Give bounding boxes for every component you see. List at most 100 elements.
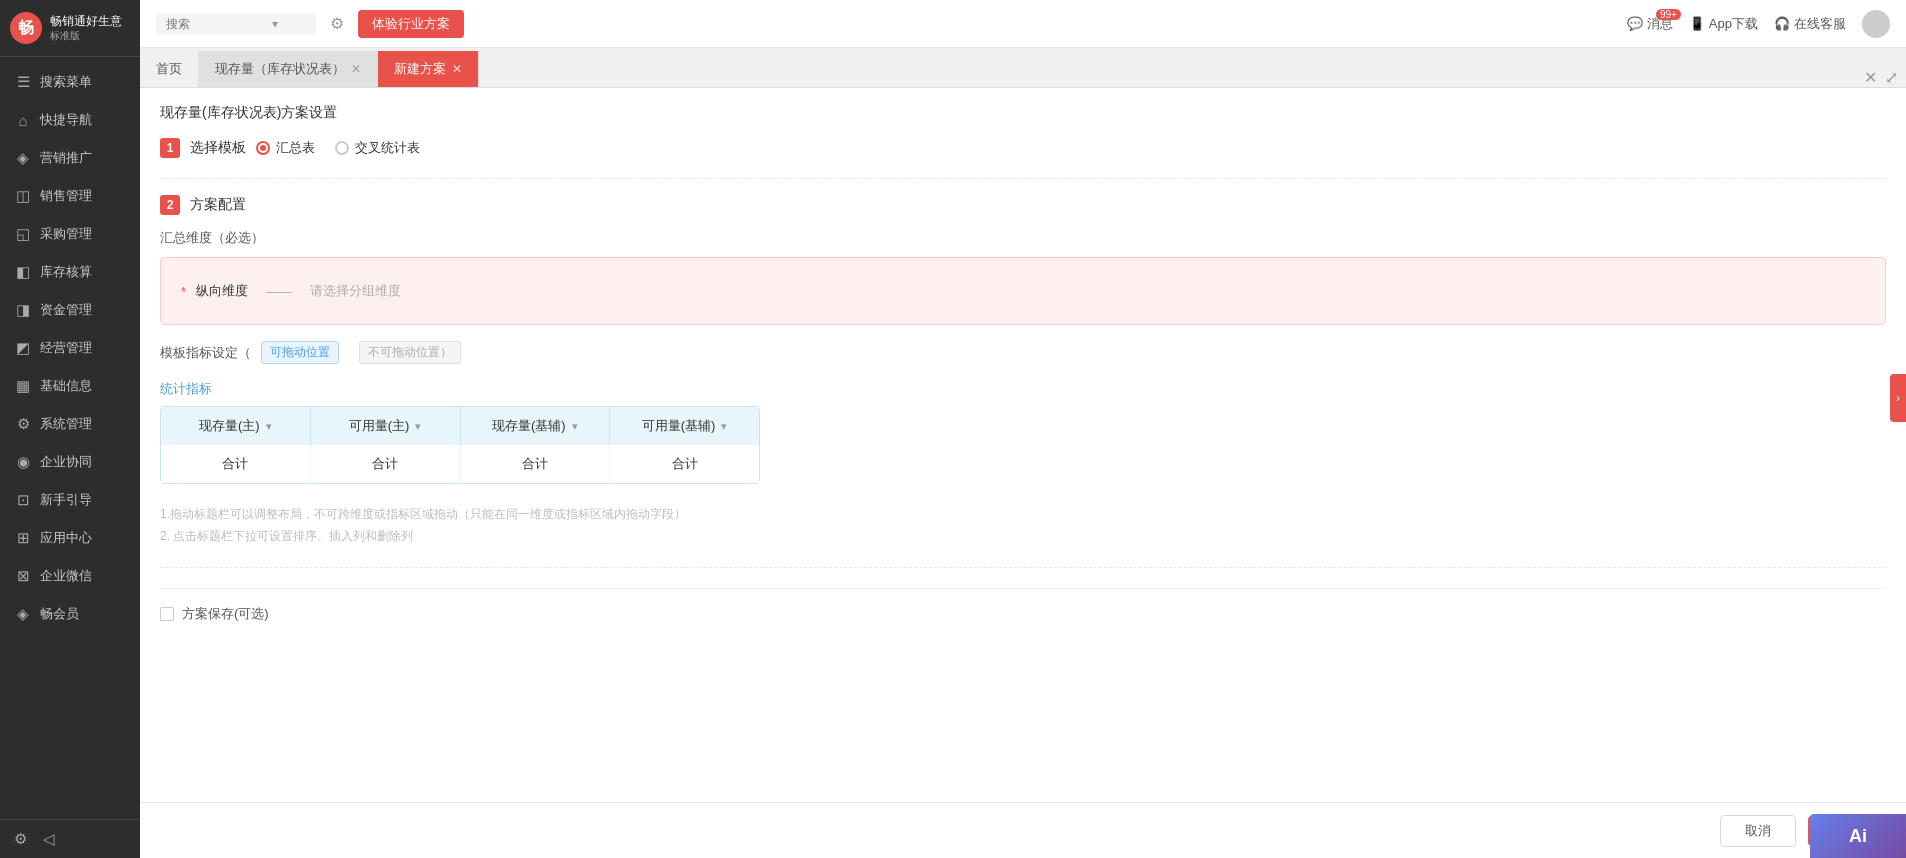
tip-item-2: 2. 点击标题栏下拉可设置排序、插入列和删除列 bbox=[160, 526, 1886, 548]
stats-cell-1: 合计 bbox=[311, 445, 461, 483]
app-edition: 标准版 bbox=[50, 29, 122, 43]
save-option[interactable]: 方案保存(可选) bbox=[160, 605, 1886, 623]
stats-table-body: 合计 合计 合计 合计 bbox=[161, 445, 759, 483]
sidebar-item-app-center[interactable]: ⊞ 应用中心 bbox=[0, 519, 140, 557]
sidebar-item-operations[interactable]: ◩ 经营管理 bbox=[0, 329, 140, 367]
sidebar-item-label: 采购管理 bbox=[40, 225, 92, 243]
sidebar-item-vip[interactable]: ◈ 畅会员 bbox=[0, 595, 140, 633]
user-avatar[interactable] bbox=[1862, 10, 1890, 38]
stats-col-3[interactable]: 可用量(基辅) ▾ bbox=[610, 407, 759, 445]
tab-expand-icon[interactable]: ⤢ bbox=[1885, 68, 1898, 87]
stats-col-2[interactable]: 现存量(基辅) ▾ bbox=[461, 407, 611, 445]
trial-btn[interactable]: 体验行业方案 bbox=[358, 10, 464, 38]
col-dropdown-2[interactable]: ▾ bbox=[572, 420, 578, 433]
sidebar-item-marketing[interactable]: ◈ 营销推广 bbox=[0, 139, 140, 177]
tab-inventory-status[interactable]: 现存量（库存状况表） ✕ bbox=[199, 51, 378, 87]
section-divider-2 bbox=[160, 567, 1886, 568]
dim-dash: —— bbox=[266, 284, 292, 299]
sidebar-logo: 畅 畅销通好生意 标准版 bbox=[0, 0, 140, 57]
message-btn[interactable]: 💬 消息 99+ bbox=[1627, 15, 1673, 33]
section2-header: 2 方案配置 bbox=[160, 195, 1886, 215]
stats-col-0[interactable]: 现存量(主) ▾ bbox=[161, 407, 311, 445]
online-service-label: 在线客服 bbox=[1794, 15, 1846, 33]
sidebar-item-label: 搜索菜单 bbox=[40, 73, 92, 91]
settings-icon[interactable]: ⚙ bbox=[14, 830, 27, 848]
topbar-search[interactable]: ▾ bbox=[156, 13, 316, 35]
sidebar-item-shortcut-nav[interactable]: ⌂ 快捷导航 bbox=[0, 101, 140, 139]
metrics-config: 统计指标 现存量(主) ▾ 可用量(主) ▾ 现存量(基辅) bbox=[160, 380, 1886, 484]
sidebar-item-label: 销售管理 bbox=[40, 187, 92, 205]
section1-number: 1 bbox=[160, 138, 180, 158]
section-scheme-config: 2 方案配置 汇总维度（必选） * 纵向维度 —— 请选择分组维度 模板指标设定… bbox=[160, 195, 1886, 547]
tab-new-scheme-close-icon[interactable]: ✕ bbox=[452, 62, 462, 76]
stats-cell-3: 合计 bbox=[610, 445, 759, 483]
basic-info-icon: ▦ bbox=[14, 377, 32, 395]
section2-number: 2 bbox=[160, 195, 180, 215]
sidebar-item-inventory[interactable]: ◧ 库存核算 bbox=[0, 253, 140, 291]
col-dropdown-1[interactable]: ▾ bbox=[415, 420, 421, 433]
radio-summary[interactable]: 汇总表 bbox=[256, 139, 315, 157]
save-checkbox[interactable] bbox=[160, 607, 174, 621]
topbar: ▾ ⚙ 体验行业方案 💬 消息 99+ 📱 App下载 🎧 在线客服 bbox=[140, 0, 1906, 48]
guide-icon: ⊡ bbox=[14, 491, 32, 509]
radio-summary-circle bbox=[256, 141, 270, 155]
sidebar-item-enterprise-wechat[interactable]: ⊠ 企业微信 bbox=[0, 557, 140, 595]
logo-icon: 畅 bbox=[10, 12, 42, 44]
tab-close-all-icon[interactable]: ✕ bbox=[1864, 68, 1877, 87]
sidebar-item-enterprise[interactable]: ◉ 企业协同 bbox=[0, 443, 140, 481]
sidebar-item-search-menu[interactable]: ☰ 搜索菜单 bbox=[0, 63, 140, 101]
col-dropdown-0[interactable]: ▾ bbox=[266, 420, 272, 433]
tab-inventory-close-icon[interactable]: ✕ bbox=[351, 62, 361, 76]
sidebar-item-system[interactable]: ⚙ 系统管理 bbox=[0, 405, 140, 443]
tip-item-1: 1.拖动标题栏可以调整布局，不可跨维度或指标区域拖动（只能在同一维度或指标区域内… bbox=[160, 504, 1886, 526]
metrics-label-text: 模板指标设定（ bbox=[160, 344, 251, 362]
col-label-2: 现存量(基辅) bbox=[492, 417, 566, 435]
stats-col-1[interactable]: 可用量(主) ▾ bbox=[311, 407, 461, 445]
sidebar-item-basic-info[interactable]: ▦ 基础信息 bbox=[0, 367, 140, 405]
topbar-right: 💬 消息 99+ 📱 App下载 🎧 在线客服 bbox=[1627, 10, 1890, 38]
col-label-3: 可用量(基辅) bbox=[642, 417, 716, 435]
ai-label: Ai bbox=[1849, 826, 1867, 847]
dim-name-label: 纵向维度 bbox=[196, 282, 248, 300]
radio-cross[interactable]: 交叉统计表 bbox=[335, 139, 420, 157]
col-label-1: 可用量(主) bbox=[349, 417, 410, 435]
message-icon: 💬 bbox=[1627, 16, 1643, 31]
section-choose-template: 1 选择模板 汇总表 交叉统计表 bbox=[160, 138, 1886, 158]
topbar-gear-icon[interactable]: ⚙ bbox=[330, 14, 344, 33]
page-title: 现存量(库存状况表)方案设置 bbox=[160, 104, 1886, 122]
search-dropdown-icon[interactable]: ▾ bbox=[272, 17, 278, 31]
sidebar-item-label: 系统管理 bbox=[40, 415, 92, 433]
tab-new-scheme[interactable]: 新建方案 ✕ bbox=[378, 51, 479, 87]
search-input[interactable] bbox=[166, 17, 266, 31]
app-download-btn[interactable]: 📱 App下载 bbox=[1689, 15, 1758, 33]
sidebar-item-new-guide[interactable]: ⊡ 新手引导 bbox=[0, 481, 140, 519]
sidebar-nav: ☰ 搜索菜单 ⌂ 快捷导航 ◈ 营销推广 ◫ 销售管理 ◱ 采购管理 ◧ 库存核… bbox=[0, 57, 140, 819]
summary-dim-label: 汇总维度（必选） bbox=[160, 229, 1886, 247]
col-dropdown-3[interactable]: ▾ bbox=[721, 420, 727, 433]
tab-home[interactable]: 首页 bbox=[140, 51, 199, 87]
section2-title: 方案配置 bbox=[190, 196, 246, 214]
col-label-0: 现存量(主) bbox=[199, 417, 260, 435]
sidebar-item-label: 新手引导 bbox=[40, 491, 92, 509]
tabs-bar: 首页 现存量（库存状况表） ✕ 新建方案 ✕ ✕ ⤢ bbox=[140, 48, 1906, 88]
sidebar-item-sales[interactable]: ◫ 销售管理 bbox=[0, 177, 140, 215]
wechat-icon: ⊠ bbox=[14, 567, 32, 585]
tab-home-label: 首页 bbox=[156, 60, 182, 78]
sidebar-item-purchase[interactable]: ◱ 采购管理 bbox=[0, 215, 140, 253]
sidebar: 畅 畅销通好生意 标准版 ☰ 搜索菜单 ⌂ 快捷导航 ◈ 营销推广 ◫ 销售管理… bbox=[0, 0, 140, 858]
dim-placeholder[interactable]: 请选择分组维度 bbox=[310, 282, 401, 300]
gift-icon: ◈ bbox=[14, 149, 32, 167]
help-icon[interactable]: ◁ bbox=[43, 830, 55, 848]
sidebar-item-label: 库存核算 bbox=[40, 263, 92, 281]
cancel-button[interactable]: 取消 bbox=[1720, 815, 1796, 847]
sidebar-item-label: 畅会员 bbox=[40, 605, 79, 623]
required-star: * bbox=[181, 284, 186, 299]
draggable-tag: 可拖动位置 bbox=[261, 341, 339, 364]
non-draggable-tag: 不可拖动位置） bbox=[359, 341, 461, 364]
sidebar-item-label: 应用中心 bbox=[40, 529, 92, 547]
sidebar-item-finance[interactable]: ◨ 资金管理 bbox=[0, 291, 140, 329]
ai-button[interactable]: Ai bbox=[1810, 814, 1906, 858]
right-panel-toggle[interactable]: › bbox=[1890, 374, 1906, 422]
save-option-label: 方案保存(可选) bbox=[182, 605, 269, 623]
online-service-btn[interactable]: 🎧 在线客服 bbox=[1774, 15, 1846, 33]
